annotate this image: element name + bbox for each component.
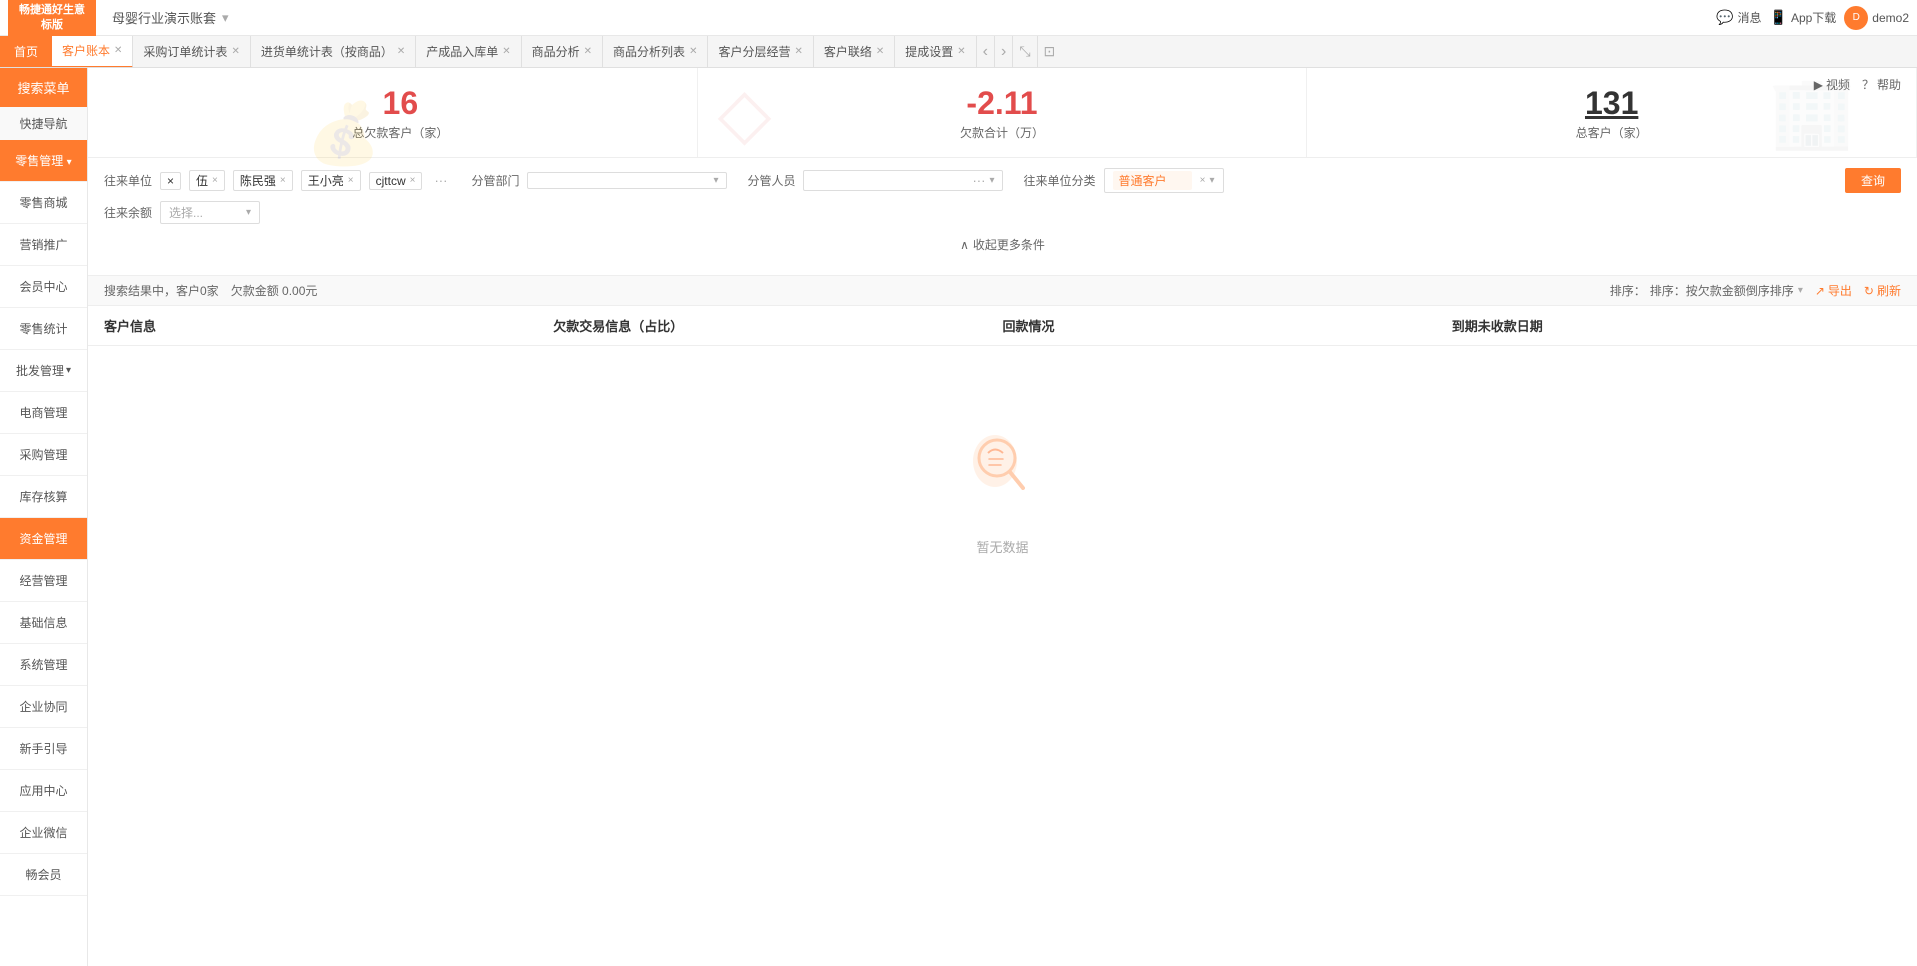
sidebar-item-wecom[interactable]: 企业微信 <box>0 812 87 854</box>
tab-product-inbound[interactable]: 产成品入库单 ✕ <box>416 36 521 68</box>
sidebar-item-basic[interactable]: 基础信息 <box>0 602 87 644</box>
tab-close-list[interactable]: ✕ <box>689 46 697 57</box>
sort-select[interactable]: 排序： 排序：按欠款金额倒序排序 ▾ <box>1610 282 1803 299</box>
sidebar-search[interactable]: 搜索菜单 <box>0 68 87 107</box>
logo-area[interactable]: 畅捷通好生意 标版 <box>8 0 96 36</box>
result-summary: 搜索结果中，客户0家 欠款金额 0.00元 <box>104 282 317 299</box>
tab-home[interactable]: 首页 <box>0 36 52 68</box>
sidebar-item-guide[interactable]: 新手引导 <box>0 728 87 770</box>
filter-area: 往来单位 × 伍 × 陈民强 × 王小亮 × cjttcw <box>88 158 1917 276</box>
filter-person-label: 分管人员 <box>747 172 795 189</box>
filter-balance-select[interactable]: 选择... ▾ <box>160 201 260 224</box>
stats-row: ▶ 视频 ？ 帮助 💰 16 总欠款客户（家） <box>88 68 1917 158</box>
debt-amount-text: 欠款金额 0.00元 <box>231 282 318 299</box>
filter-dept-label: 分管部门 <box>471 172 519 189</box>
tab-close-customer-ledger[interactable]: ✕ <box>114 45 122 56</box>
filter-person-select[interactable]: ··· ▾ <box>803 170 1003 191</box>
sidebar-item-marketing[interactable]: 营销推广 <box>0 224 87 266</box>
sidebar-item-ecommerce[interactable]: 电商管理 <box>0 392 87 434</box>
filter-balance-label: 往来余额 <box>104 204 152 221</box>
account-selector[interactable]: 母婴行业演示账套 ▾ <box>104 8 237 27</box>
stat-icon-diamond: ◇ <box>718 72 772 154</box>
tab-close-contact[interactable]: ✕ <box>876 46 884 57</box>
empty-area: 暂无数据 <box>88 346 1917 636</box>
filter-tag-remove-all[interactable]: × <box>160 172 181 190</box>
stat-value-total: 131 <box>1576 85 1648 122</box>
user-avatar[interactable]: D demo2 <box>1844 6 1909 30</box>
table-area: 客户信息 欠款交易信息（占比） 回款情况 到期未收款日期 <box>88 306 1917 966</box>
stat-total-debt-amount: ◇ -2.11 欠款合计（万） <box>698 68 1308 157</box>
col-repayment: 回款情况 <box>1003 316 1452 335</box>
export-btn[interactable]: ↗ 导出 <box>1815 282 1852 299</box>
sidebar-item-purchase[interactable]: 采购管理 <box>0 434 87 476</box>
sidebar: 搜索菜单 快捷导航 零售管理 ▾ 零售商城 营销推广 会员中心 零售统计 批发管… <box>0 68 88 966</box>
filter-dept-select[interactable]: ▾ <box>527 172 727 189</box>
collapse-btn[interactable]: ∧ 收起更多条件 <box>960 236 1045 253</box>
tab-stock-stats[interactable]: 进货单统计表（按商品） ✕ <box>251 36 416 68</box>
tab-customer-layer[interactable]: 客户分层经营 ✕ <box>708 36 813 68</box>
sidebar-item-retail-mgmt[interactable]: 零售管理 ▾ <box>0 140 87 182</box>
sidebar-item-finance[interactable]: 资金管理 <box>0 518 87 560</box>
sidebar-item-appstore[interactable]: 应用中心 <box>0 770 87 812</box>
unit-type-tag-close[interactable]: × <box>1200 175 1206 186</box>
col-customer-info: 客户信息 <box>104 316 553 335</box>
stat-total-debt-customers: 💰 16 总欠款客户（家） <box>88 68 698 157</box>
tab-commission-settings[interactable]: 提成设置 ✕ <box>895 36 976 68</box>
col-overdue-date: 到期未收款日期 <box>1452 316 1901 335</box>
filter-tag-cjttcw[interactable]: cjttcw × <box>369 172 423 190</box>
filter-tag-chen[interactable]: 陈民强 × <box>233 170 293 191</box>
tab-customer-ledger[interactable]: 客户账本 ✕ <box>52 36 133 68</box>
tab-more[interactable]: ‹ <box>977 36 995 68</box>
tab-customer-contact[interactable]: 客户联络 ✕ <box>814 36 895 68</box>
tab-close-stock[interactable]: ✕ <box>397 46 405 57</box>
filter-tag-wang[interactable]: 王小亮 × <box>301 170 361 191</box>
tab-expand[interactable]: ⤡ <box>1013 36 1037 68</box>
video-help-links: ▶ 视频 ？ 帮助 <box>1814 76 1901 93</box>
sidebar-item-inventory[interactable]: 库存核算 <box>0 476 87 518</box>
logo-text: 畅捷通好生意 标版 <box>19 3 85 32</box>
tab-close-layer[interactable]: ✕ <box>794 46 802 57</box>
result-bar: 搜索结果中，客户0家 欠款金额 0.00元 排序： 排序：按欠款金额倒序排序 ▾… <box>88 276 1917 306</box>
stat-label-total: 总客户（家） <box>1576 124 1648 141</box>
sidebar-item-retail-stats[interactable]: 零售统计 <box>0 308 87 350</box>
tab-product-analysis-list[interactable]: 商品分析列表 ✕ <box>603 36 708 68</box>
tab-forward[interactable]: › <box>995 36 1013 68</box>
sidebar-item-member-plus[interactable]: 畅会员 <box>0 854 87 896</box>
empty-text: 暂无数据 <box>976 537 1028 556</box>
tab-purchase-order[interactable]: 采购订单统计表 ✕ <box>133 36 250 68</box>
sidebar-item-retail-mall[interactable]: 零售商城 <box>0 182 87 224</box>
main-content: ▶ 视频 ？ 帮助 💰 16 总欠款客户（家） <box>88 68 1917 966</box>
tab-fullscreen[interactable]: ⊡ <box>1038 36 1062 68</box>
sidebar-item-system[interactable]: 系统管理 <box>0 644 87 686</box>
empty-icon <box>963 426 1043 525</box>
query-button[interactable]: 查询 <box>1845 168 1901 193</box>
filter-tag-wu[interactable]: 伍 × <box>189 170 225 191</box>
stat-label-debt: 欠款合计（万） <box>960 124 1044 141</box>
filter-unit-type-label: 往来单位分类 <box>1023 172 1095 189</box>
tab-close-product-analysis[interactable]: ✕ <box>584 46 592 57</box>
sidebar-item-enterprise[interactable]: 企业协同 <box>0 686 87 728</box>
filter-tag-more[interactable]: ··· <box>430 173 451 188</box>
app-download-btn[interactable]: 📱 App下载 <box>1770 9 1837 26</box>
sidebar-item-operations[interactable]: 经营管理 <box>0 560 87 602</box>
search-result-text: 搜索结果中，客户0家 <box>104 282 219 299</box>
table-header: 客户信息 欠款交易信息（占比） 回款情况 到期未收款日期 <box>88 306 1917 346</box>
sidebar-item-member[interactable]: 会员中心 <box>0 266 87 308</box>
tab-close-commission[interactable]: ✕ <box>957 46 965 57</box>
tab-close-purchase[interactable]: ✕ <box>231 46 239 57</box>
tab-close-inbound[interactable]: ✕ <box>502 46 510 57</box>
stat-icon-money: 💰 <box>306 98 381 169</box>
message-btn[interactable]: 💬 消息 <box>1716 9 1761 26</box>
sidebar-item-wholesale[interactable]: 批发管理 ▾ <box>0 350 87 392</box>
col-debt-info: 欠款交易信息（占比） <box>553 316 1002 335</box>
help-link[interactable]: ？ 帮助 <box>1862 76 1901 93</box>
tab-product-analysis[interactable]: 商品分析 ✕ <box>522 36 603 68</box>
refresh-btn[interactable]: ↻ 刷新 <box>1864 282 1901 299</box>
stat-value-debt: -2.11 <box>960 85 1044 122</box>
sidebar-quick-nav[interactable]: 快捷导航 <box>0 107 87 140</box>
filter-unit-type-select[interactable]: 普通客户 × ▾ <box>1104 168 1224 193</box>
video-link[interactable]: ▶ 视频 <box>1814 76 1850 93</box>
filter-unit-label: 往来单位 <box>104 172 152 189</box>
